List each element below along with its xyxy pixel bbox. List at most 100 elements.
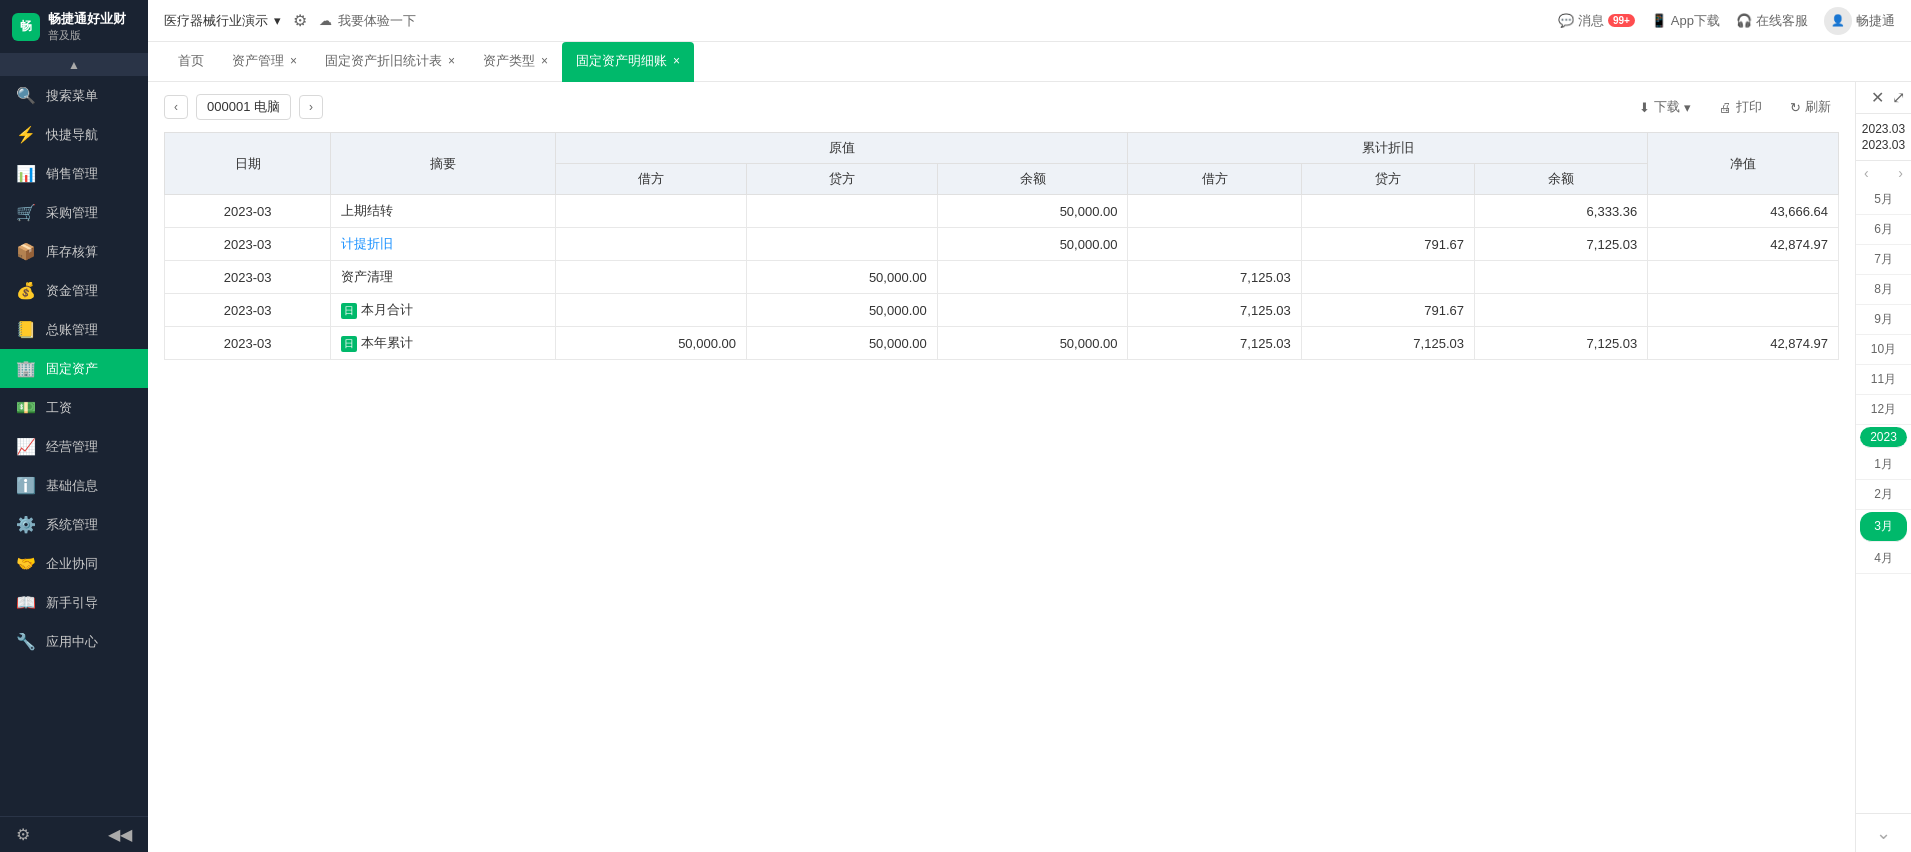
timeline-bottom-chevron[interactable]: ⌄ (1856, 813, 1911, 852)
sidebar-item-应用中心[interactable]: 🔧应用中心 (0, 622, 148, 661)
sidebar-scroll-up[interactable]: ▲ (0, 54, 148, 76)
sidebar-item-采购管理[interactable]: 🛒采购管理 (0, 193, 148, 232)
cell-orig-debit (556, 228, 747, 261)
sidebar-footer: ⚙ ◀◀ (0, 816, 148, 852)
cell-orig-debit (556, 195, 747, 228)
timeline-month[interactable]: 1月 (1856, 450, 1911, 480)
timeline-month[interactable]: 6月 (1856, 215, 1911, 245)
messages-button[interactable]: 💬 消息 99+ (1558, 12, 1635, 30)
timeline-arrow-right[interactable]: › (1898, 165, 1903, 181)
right-sidebar-controls: ✕ ⤢ (1856, 82, 1911, 114)
sidebar-item-系统管理[interactable]: ⚙️系统管理 (0, 505, 148, 544)
cloud-icon: ☁ (319, 13, 332, 28)
tab-固定资产明细账[interactable]: 固定资产明细账× (562, 42, 694, 82)
table-row: 2023-03 上期结转 50,000.00 6,333.36 43,666.6… (165, 195, 1839, 228)
user-profile[interactable]: 👤 畅捷通 (1824, 7, 1895, 35)
tab-close-固定资产折旧统计表[interactable]: × (448, 54, 455, 68)
menu-icon: 🔧 (16, 632, 36, 651)
experience-label: 我要体验一下 (338, 12, 416, 30)
cell-summary: 资产清理 (331, 261, 556, 294)
menu-icon: 🏢 (16, 359, 36, 378)
tab-close-固定资产明细账[interactable]: × (673, 54, 680, 68)
cell-dep-credit: 7,125.03 (1301, 327, 1474, 360)
sidebar-item-经营管理[interactable]: 📈经营管理 (0, 427, 148, 466)
cell-net-value: 42,874.97 (1648, 327, 1839, 360)
settings-icon[interactable]: ⚙ (16, 825, 30, 844)
message-icon: 💬 (1558, 13, 1574, 28)
menu-icon: 📈 (16, 437, 36, 456)
topbar-settings-icon[interactable]: ⚙ (293, 11, 307, 30)
timeline-month[interactable]: 5月 (1856, 185, 1911, 215)
timeline-month-active[interactable]: 3月 (1860, 512, 1907, 542)
tab-close-资产类型[interactable]: × (541, 54, 548, 68)
sidebar-item-工资[interactable]: 💵工资 (0, 388, 148, 427)
tab-资产管理[interactable]: 资产管理× (218, 42, 311, 82)
cell-orig-balance: 50,000.00 (937, 195, 1128, 228)
cell-orig-balance: 50,000.00 (937, 228, 1128, 261)
cell-dep-credit (1301, 261, 1474, 294)
col-dep-balance: 余额 (1474, 164, 1647, 195)
col-dep-credit: 贷方 (1301, 164, 1474, 195)
sidebar-item-搜索菜单[interactable]: 🔍搜索菜单 (0, 76, 148, 115)
cell-net-value (1648, 294, 1839, 327)
chevron-down-icon: ▾ (1684, 100, 1691, 115)
cell-summary[interactable]: 计提折旧 (331, 228, 556, 261)
timeline-month[interactable]: 8月 (1856, 275, 1911, 305)
messages-badge: 99+ (1608, 14, 1635, 27)
company-selector[interactable]: 医疗器械行业演示 ▾ (164, 12, 281, 30)
expand-panel-icon[interactable]: ⤢ (1890, 86, 1907, 109)
timeline-month[interactable]: 11月 (1856, 365, 1911, 395)
cell-dep-credit: 791.67 (1301, 228, 1474, 261)
timeline-arrow-left[interactable]: ‹ (1864, 165, 1869, 181)
sidebar-item-新手引导[interactable]: 📖新手引导 (0, 583, 148, 622)
table-container: 日期 摘要 原值 累计折旧 净值 借方 贷方 余额 借方 贷方 余额 (164, 132, 1839, 840)
sidebar-item-总账管理[interactable]: 📒总账管理 (0, 310, 148, 349)
sidebar-item-固定资产[interactable]: 🏢固定资产 (0, 349, 148, 388)
experience-button[interactable]: ☁ 我要体验一下 (319, 12, 416, 30)
cell-dep-credit (1301, 195, 1474, 228)
collapse-icon[interactable]: ◀◀ (108, 825, 132, 844)
timeline-month[interactable]: 4月 (1856, 544, 1911, 574)
tab-close-资产管理[interactable]: × (290, 54, 297, 68)
avatar: 👤 (1824, 7, 1852, 35)
close-panel-icon[interactable]: ✕ (1869, 86, 1886, 109)
timeline-month[interactable]: 7月 (1856, 245, 1911, 275)
download-button[interactable]: ⬇ 下载 ▾ (1631, 94, 1699, 120)
sidebar-item-快捷导航[interactable]: ⚡快捷导航 (0, 115, 148, 154)
timeline-list: 5月6月7月8月9月10月11月12月20231月2月3月4月 (1856, 185, 1911, 813)
timeline-month[interactable]: 10月 (1856, 335, 1911, 365)
print-button[interactable]: 🖨 打印 (1711, 94, 1770, 120)
refresh-button[interactable]: ↻ 刷新 (1782, 94, 1839, 120)
col-date: 日期 (165, 133, 331, 195)
app-title: 畅捷通好业财 (48, 10, 126, 28)
main-content: 医疗器械行业演示 ▾ ⚙ ☁ 我要体验一下 💬 消息 99+ 📱 App下载 🎧… (148, 0, 1911, 852)
company-name: 医疗器械行业演示 (164, 12, 268, 30)
menu-icon: ⚙️ (16, 515, 36, 534)
sidebar-item-企业协同[interactable]: 🤝企业协同 (0, 544, 148, 583)
cell-orig-balance (937, 261, 1128, 294)
cell-dep-debit: 7,125.03 (1128, 327, 1301, 360)
cell-summary: 日本月合计 (331, 294, 556, 327)
col-dep-debit: 借方 (1128, 164, 1301, 195)
sidebar-item-销售管理[interactable]: 📊销售管理 (0, 154, 148, 193)
tab-首页[interactable]: 首页 (164, 42, 218, 82)
timeline-month[interactable]: 12月 (1856, 395, 1911, 425)
tab-固定资产折旧统计表[interactable]: 固定资产折旧统计表× (311, 42, 469, 82)
sidebar-item-库存核算[interactable]: 📦库存核算 (0, 232, 148, 271)
topbar-left: 医疗器械行业演示 ▾ ⚙ ☁ 我要体验一下 (164, 11, 416, 30)
sidebar-item-基础信息[interactable]: ℹ️基础信息 (0, 466, 148, 505)
timeline-month[interactable]: 2月 (1856, 480, 1911, 510)
sidebar-item-资金管理[interactable]: 💰资金管理 (0, 271, 148, 310)
col-original-balance: 余额 (937, 164, 1128, 195)
cell-dep-balance (1474, 294, 1647, 327)
timeline-year[interactable]: 2023 (1860, 427, 1907, 448)
next-asset-button[interactable]: › (299, 95, 323, 119)
cell-date: 2023-03 (165, 294, 331, 327)
customer-service-button[interactable]: 🎧 在线客服 (1736, 12, 1808, 30)
app-download-button[interactable]: 📱 App下载 (1651, 12, 1720, 30)
menu-icon: 📖 (16, 593, 36, 612)
prev-asset-button[interactable]: ‹ (164, 95, 188, 119)
timeline-month[interactable]: 9月 (1856, 305, 1911, 335)
tab-资产类型[interactable]: 资产类型× (469, 42, 562, 82)
topbar: 医疗器械行业演示 ▾ ⚙ ☁ 我要体验一下 💬 消息 99+ 📱 App下载 🎧… (148, 0, 1911, 42)
